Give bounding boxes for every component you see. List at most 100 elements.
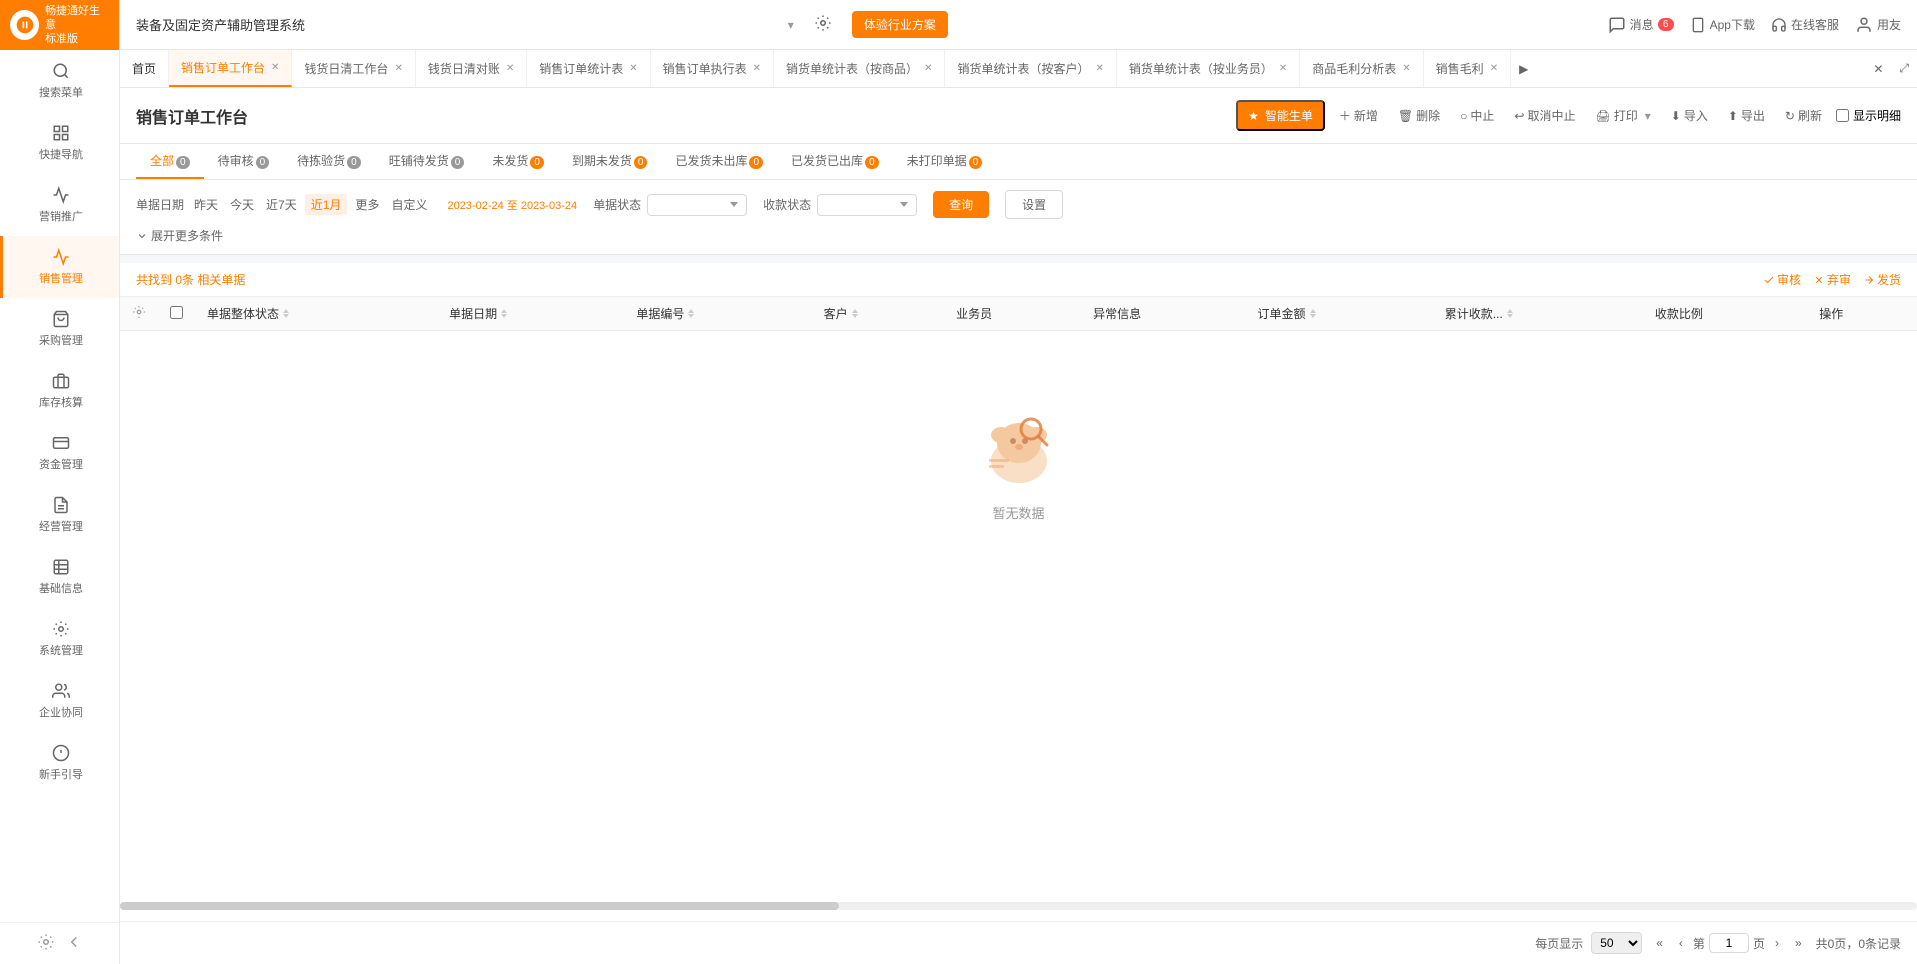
export-btn[interactable]: ⬆ 导出 [1722,104,1771,127]
sidebar-item-inventory[interactable]: 库存核算 [0,360,119,422]
sub-tab-unshipped[interactable]: 未发货0 [478,144,558,179]
sidebar-item-company[interactable]: 企业协同 [0,670,119,732]
user-btn[interactable]: 用友 [1855,16,1901,34]
date-btn-today[interactable]: 今天 [226,194,258,215]
page-input[interactable] [1709,933,1749,953]
date-btn-custom[interactable]: 自定义 [387,194,431,215]
doc-status-select[interactable] [647,194,747,216]
tab-action-fullscreen[interactable]: ⤢ [1891,61,1917,76]
sub-tab-wangpu-ship[interactable]: 旺铺待发货0 [375,144,479,179]
tab-close-sales-stat[interactable]: ✕ [629,63,637,74]
page-last-btn[interactable]: » [1789,934,1808,952]
sort-doc-no[interactable] [688,309,694,318]
expand-btn[interactable]: 展开更多条件 [136,227,1901,244]
col-settings[interactable] [120,297,158,331]
tab-close-sales-sum-product[interactable]: ✕ [924,63,932,74]
tab-sales-exec[interactable]: 销售订单执行表 ✕ [651,50,774,87]
tab-close-sales-exec[interactable]: ✕ [753,63,761,74]
sort-customer[interactable] [852,309,858,318]
sort-doc-status[interactable] [283,309,289,318]
app-download-btn[interactable]: App下载 [1690,16,1755,33]
sidebar-item-guide[interactable]: 新手引导 [0,732,119,794]
tab-close-sales-workbench[interactable]: ✕ [271,62,279,73]
date-btn-yesterday[interactable]: 昨天 [190,194,222,215]
payment-status-select[interactable] [817,194,917,216]
tab-close-margin-analysis[interactable]: ✕ [1402,63,1410,74]
scroll-bar-track[interactable] [120,902,1917,910]
sub-tab-unprinted[interactable]: 未打印单据0 [893,144,997,179]
experience-btn[interactable]: 体验行业方案 [852,11,948,38]
collapse-icon[interactable] [65,933,83,954]
tab-margin-analysis[interactable]: 商品毛利分析表 ✕ [1300,50,1423,87]
settings-header-icon[interactable] [814,14,832,35]
setting-btn[interactable]: 设置 [1005,190,1063,219]
tab-sales-sum-staff[interactable]: 销货单统计表（按业务员） ✕ [1117,50,1300,87]
sort-collected[interactable] [1507,309,1513,318]
online-service-btn[interactable]: 在线客服 [1771,16,1839,33]
sub-tab-pending-inspect[interactable]: 待拣验货0 [283,144,375,179]
sidebar-item-operation[interactable]: 经营管理 [0,484,119,546]
delete-btn[interactable]: 🗑 删除 [1392,104,1446,127]
table-action-review[interactable]: 审核 [1763,271,1801,288]
col-amount[interactable]: 订单金额 [1246,297,1433,331]
page-first-btn[interactable]: « [1650,934,1669,952]
col-checkbox[interactable] [158,297,195,331]
sub-tab-all[interactable]: 全部0 [136,144,204,179]
sidebar-item-basic[interactable]: 基础信息 [0,546,119,608]
print-btn[interactable]: 🖨 打印 ▾ [1589,104,1656,127]
add-btn[interactable]: ＋ 新增 [1333,104,1384,127]
stop-btn[interactable]: ○ 中止 [1454,104,1500,127]
sub-tab-shipped-out[interactable]: 已发货已出库0 [777,144,893,179]
settings-icon[interactable] [37,933,55,954]
message-btn[interactable]: 消息 6 [1608,16,1674,34]
tab-sales-workbench[interactable]: 销售订单工作台 ✕ [169,50,292,87]
sub-tab-expired-unshipped[interactable]: 到期未发货0 [558,144,662,179]
cancel-stop-btn[interactable]: ↩ 取消中止 [1508,104,1581,127]
date-btn-7days[interactable]: 近7天 [262,194,301,215]
sidebar-item-finance[interactable]: 资金管理 [0,422,119,484]
sidebar-item-search[interactable]: 搜索菜单 [0,50,119,112]
col-customer[interactable]: 客户 [812,297,944,331]
tab-close-sales-sum-customer[interactable]: ✕ [1095,63,1103,74]
sidebar-item-sales[interactable]: 销售管理 [0,236,119,298]
tab-close-sales-profit[interactable]: ✕ [1490,63,1498,74]
date-btn-1month[interactable]: 近1月 [305,194,348,215]
table-action-cancel-review[interactable]: 弃审 [1813,271,1851,288]
page-prev-btn[interactable]: ‹ [1673,934,1689,952]
tab-more-btn[interactable]: ▶ [1511,50,1536,87]
tab-close-cash-reconcile[interactable]: ✕ [506,63,514,74]
show-detail-label[interactable]: 显示明细 [1836,107,1901,124]
tab-sales-profit[interactable]: 销售毛利 ✕ [1424,50,1511,87]
query-btn[interactable]: 查询 [933,191,989,218]
sub-tab-shipped-not-out[interactable]: 已发货未出库0 [661,144,777,179]
tab-sales-sum-product[interactable]: 销货单统计表（按商品） ✕ [774,50,945,87]
page-next-btn[interactable]: › [1769,934,1785,952]
refresh-btn[interactable]: ↻ 刷新 [1779,104,1828,127]
table-action-ship[interactable]: 发货 [1863,271,1901,288]
col-collected[interactable]: 累计收款... [1433,297,1643,331]
sidebar-item-purchase[interactable]: 采购管理 [0,298,119,360]
sidebar-item-system[interactable]: 系统管理 [0,608,119,670]
col-doc-date[interactable]: 单据日期 [437,297,624,331]
per-page-select[interactable]: 50 100 200 [1591,932,1642,954]
col-doc-status[interactable]: 单据整体状态 [195,297,437,331]
system-dropdown-arrow[interactable]: ▾ [788,18,794,32]
tab-close-sales-sum-staff[interactable]: ✕ [1279,63,1287,74]
show-detail-checkbox[interactable] [1836,109,1849,122]
tab-sales-sum-customer[interactable]: 销货单统计表（按客户） ✕ [945,50,1116,87]
tab-action-close-all[interactable]: ✕ [1865,62,1891,76]
col-doc-no[interactable]: 单据编号 [624,297,811,331]
sidebar-item-quick-nav[interactable]: 快捷导航 [0,112,119,174]
import-btn[interactable]: ⬇ 导入 [1665,104,1714,127]
select-all-checkbox[interactable] [170,306,183,319]
sort-amount[interactable] [1310,309,1316,318]
smart-generate-btn[interactable]: ★ 智能生单 [1236,100,1325,131]
tab-home[interactable]: 首页 [120,50,169,87]
scroll-bar-thumb[interactable] [120,902,839,910]
tab-cash-reconcile[interactable]: 钱货日清对账 ✕ [416,50,527,87]
tab-sales-stat[interactable]: 销售订单统计表 ✕ [527,50,650,87]
sub-tab-pending-review[interactable]: 待审核0 [204,144,284,179]
tab-close-cash-daily[interactable]: ✕ [394,63,402,74]
sort-doc-date[interactable] [501,309,507,318]
date-btn-more[interactable]: 更多 [351,194,383,215]
